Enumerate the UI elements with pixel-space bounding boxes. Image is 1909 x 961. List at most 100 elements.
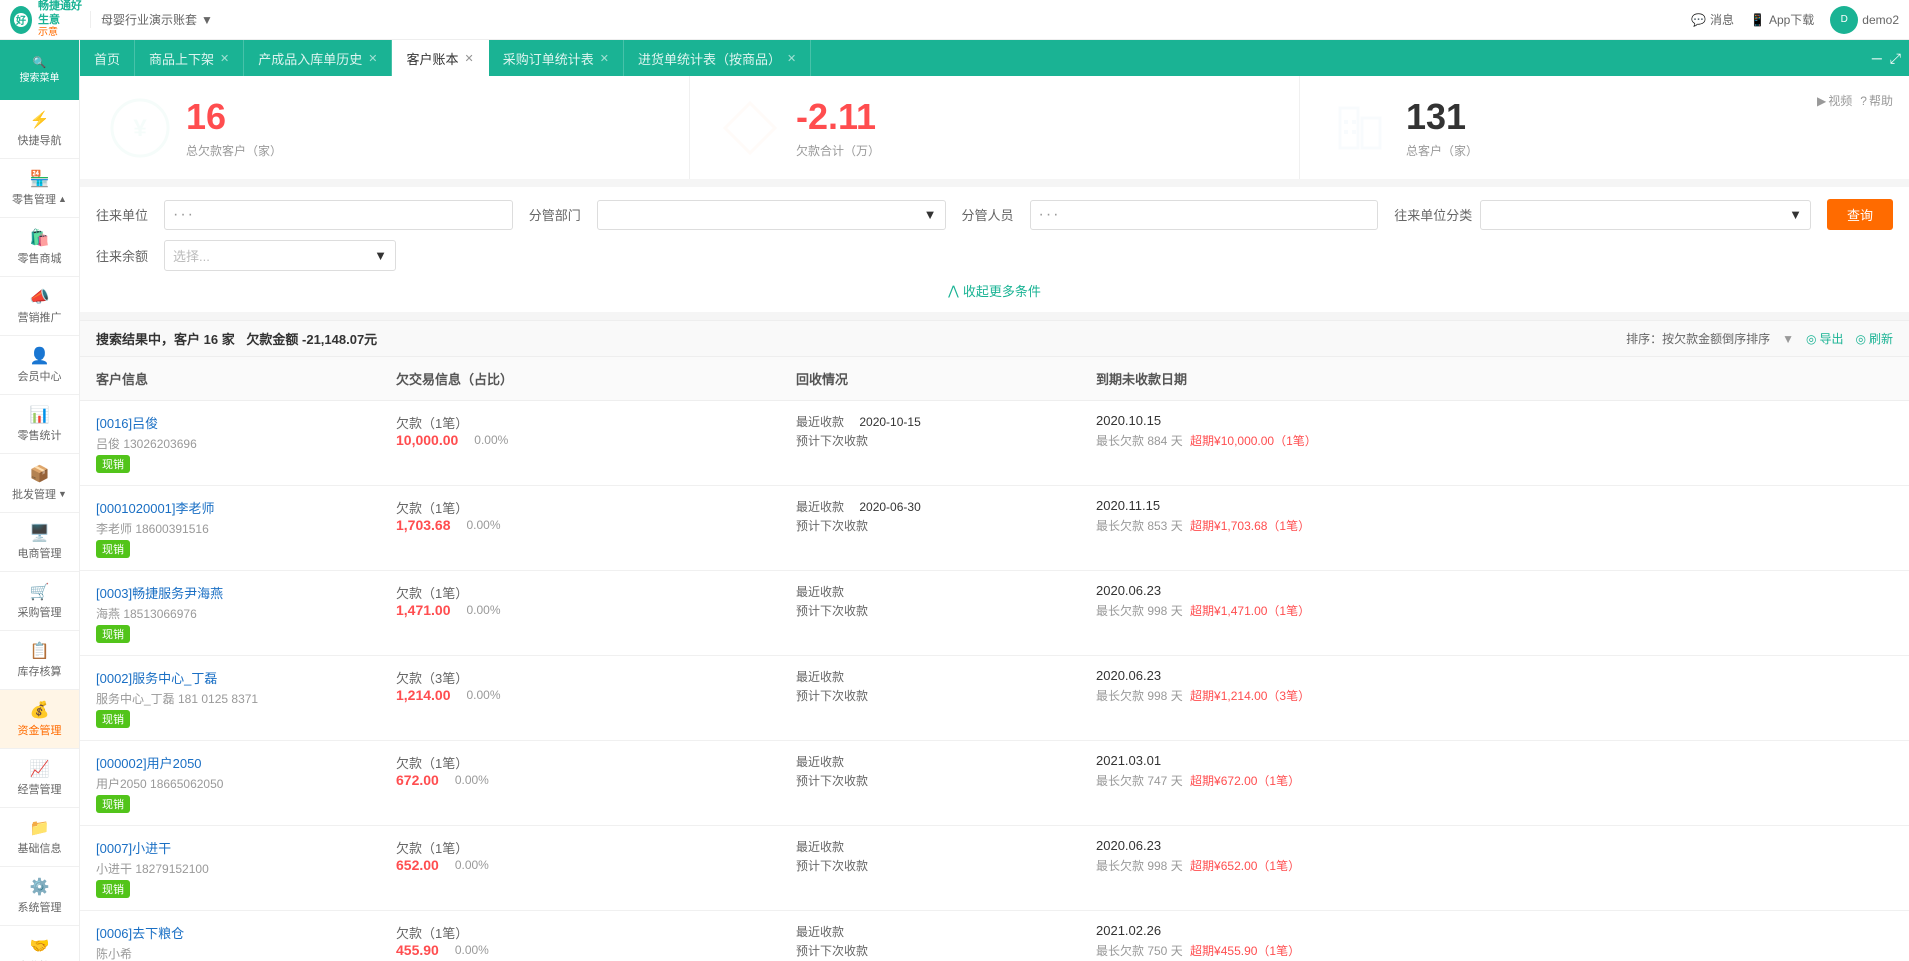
debt-pct: 0.00% xyxy=(474,433,508,447)
tab-production-history[interactable]: 产成品入库单历史 ✕ xyxy=(244,40,392,76)
debt-pct: 0.00% xyxy=(467,518,501,532)
next-payment: 预计下次收款 xyxy=(796,687,1096,704)
sidebar-item-retail-stats[interactable]: 📊 零售统计 xyxy=(0,395,79,454)
debt-amount: 1,703.68 xyxy=(396,517,451,533)
sidebar-item-basic-info[interactable]: 📁 基础信息 xyxy=(0,808,79,867)
debt-count: 欠款（1笔） xyxy=(396,923,796,942)
stat-content-total-customers: 131 总客户（家） xyxy=(1406,96,1478,159)
customer-contact: 陈小希 xyxy=(96,945,396,961)
overdue-link[interactable]: 超期¥10,000.00（1笔） xyxy=(1190,434,1317,448)
sidebar-item-quick-nav[interactable]: ⚡ 快捷导航 xyxy=(0,100,79,159)
col-header-debt-info: 欠交易信息（占比） xyxy=(396,367,796,390)
filter-input-person[interactable]: ··· xyxy=(1030,200,1379,230)
sidebar: 🔍 搜索菜单 ⚡ 快捷导航 🏪 零售管理 ▲ 🛍️ 零售商城 📣 xyxy=(0,40,80,961)
recovery-cell: 最近收款 2020-10-15 预计下次收款 xyxy=(796,411,1096,453)
due-date-cell: 2021.03.01 最长欠款 747 天 超期¥672.00（1笔） xyxy=(1096,751,1893,791)
finance-icon: 💰 xyxy=(30,700,50,720)
message-button[interactable]: 💬 消息 xyxy=(1691,11,1734,28)
customer-info-cell: [0016]吕俊 吕俊 13026203696 现销 xyxy=(96,411,396,475)
user-avatar: D xyxy=(1830,6,1858,34)
sidebar-item-operations[interactable]: 📈 经营管理 xyxy=(0,749,79,808)
sidebar-item-finance[interactable]: 💰 资金管理 xyxy=(0,690,79,749)
tab-close-customer-ledger[interactable]: ✕ xyxy=(465,52,474,65)
content-area: ¥ 16 总欠款客户（家） xyxy=(80,76,1909,961)
sidebar-item-ecommerce[interactable]: 🖥️ 电商管理 xyxy=(0,513,79,572)
sidebar-item-enterprise-collab[interactable]: 🤝 企业协同 xyxy=(0,926,79,961)
tab-purchase-stats-by-product[interactable]: 进货单统计表（按商品） ✕ xyxy=(624,40,811,76)
quick-nav-icon: ⚡ xyxy=(30,110,50,130)
collapse-button[interactable]: ⋀ 收起更多条件 xyxy=(96,281,1893,300)
tab-close-product-listing[interactable]: ✕ xyxy=(220,52,229,65)
tab-close-purchase-stats-by-product[interactable]: ✕ xyxy=(787,52,796,65)
sort-selector[interactable]: 排序：按欠款金额倒序排序 xyxy=(1626,330,1770,347)
sort-dropdown-icon[interactable]: ▼ xyxy=(1782,332,1794,346)
export-button[interactable]: ◎ 导出 xyxy=(1806,330,1844,347)
customer-info-cell: [0002]服务中心_丁磊 服务中心_丁磊 181 0125 8371 现销 xyxy=(96,666,396,730)
customer-name-link[interactable]: [0006]去下粮仓 xyxy=(96,926,184,941)
sidebar-item-inventory[interactable]: 📋 库存核算 xyxy=(0,631,79,690)
tab-maximize-icon[interactable]: ⤢ xyxy=(1890,50,1901,67)
overdue-info: 最长欠款 998 天 超期¥1,471.00（1笔） xyxy=(1096,602,1893,619)
filter-item-balance: 往来余额 选择... ▼ xyxy=(96,240,396,271)
tab-home[interactable]: 首页 xyxy=(80,40,135,76)
customer-name-link[interactable]: [0003]畅捷服务尹海燕 xyxy=(96,586,223,601)
customer-status-badge: 现销 xyxy=(96,880,130,898)
customer-contact: 用户2050 18665062050 xyxy=(96,775,396,792)
sidebar-search[interactable]: 🔍 搜索菜单 xyxy=(0,48,79,92)
tab-customer-ledger[interactable]: 客户账本 ✕ xyxy=(392,40,488,76)
sidebar-item-batch-mgmt[interactable]: 📦 批发管理 ▼ xyxy=(0,454,79,513)
customer-info-cell: [0006]去下粮仓 陈小希 现销 xyxy=(96,921,396,961)
overdue-link[interactable]: 超期¥1,703.68（1笔） xyxy=(1190,519,1310,533)
sidebar-item-member-center[interactable]: 👤 会员中心 xyxy=(0,336,79,395)
stat-card-debt-total: -2.11 欠款合计（万） xyxy=(690,76,1300,179)
search-button[interactable]: 查询 xyxy=(1827,199,1893,230)
last-payment: 最近收款 xyxy=(796,838,1096,855)
building-icon xyxy=(1330,98,1390,158)
sidebar-item-system-mgmt[interactable]: ⚙️ 系统管理 xyxy=(0,867,79,926)
customer-name-link[interactable]: [000002]用户2050 xyxy=(96,756,202,771)
filter-input-unit[interactable]: ··· xyxy=(164,200,513,230)
enterprise-collab-icon: 🤝 xyxy=(30,936,50,956)
sidebar-item-retail-mall[interactable]: 🛍️ 零售商城 xyxy=(0,218,79,277)
user-menu[interactable]: D demo2 xyxy=(1830,6,1899,34)
overdue-link[interactable]: 超期¥1,214.00（3笔） xyxy=(1190,689,1310,703)
help-button[interactable]: ? 帮助 xyxy=(1860,92,1893,109)
stat-label-total-customers: 总客户（家） xyxy=(1406,142,1478,159)
debt-amount: 1,471.00 xyxy=(396,602,451,618)
overdue-link[interactable]: 超期¥1,471.00（1笔） xyxy=(1190,604,1310,618)
overdue-link[interactable]: 超期¥672.00（1笔） xyxy=(1190,774,1300,788)
video-help-button[interactable]: ▶ 视频 xyxy=(1817,92,1852,109)
customer-status-badge: 现销 xyxy=(96,540,130,558)
tab-close-production-history[interactable]: ✕ xyxy=(368,52,377,65)
app-download-button[interactable]: 📱 App下载 xyxy=(1750,11,1814,28)
org-selector[interactable]: 母婴行业演示账套 ▼ xyxy=(90,11,223,28)
overdue-link[interactable]: 超期¥652.00（1笔） xyxy=(1190,859,1300,873)
refresh-button[interactable]: ◎ 刷新 xyxy=(1856,330,1894,347)
sidebar-item-purchase-mgmt[interactable]: 🛒 采购管理 xyxy=(0,572,79,631)
tab-purchase-order-stats[interactable]: 采购订单统计表 ✕ xyxy=(489,40,624,76)
customer-contact: 服务中心_丁磊 181 0125 8371 xyxy=(96,690,396,707)
recovery-cell: 最近收款 预计下次收款 xyxy=(796,751,1096,793)
tab-product-listing[interactable]: 商品上下架 ✕ xyxy=(135,40,244,76)
customer-name-link[interactable]: [0002]服务中心_丁磊 xyxy=(96,671,217,686)
customer-name-link[interactable]: [0001020001]李老师 xyxy=(96,501,215,516)
stat-card-debt-customers: ¥ 16 总欠款客户（家） xyxy=(80,76,690,179)
filter-select-dept[interactable]: ▼ xyxy=(597,200,946,230)
tab-close-purchase-order-stats[interactable]: ✕ xyxy=(600,52,609,65)
tab-minimize-icon[interactable]: ─ xyxy=(1872,50,1882,66)
customer-name-link[interactable]: [0007]小进干 xyxy=(96,841,171,856)
filter-select-category[interactable]: ▼ xyxy=(1480,200,1811,230)
sidebar-item-marketing[interactable]: 📣 营销推广 xyxy=(0,277,79,336)
overdue-link[interactable]: 超期¥455.90（1笔） xyxy=(1190,944,1300,958)
filter-item-category: 往来单位分类 ▼ xyxy=(1394,200,1811,230)
overdue-info: 最长欠款 750 天 超期¥455.90（1笔） xyxy=(1096,942,1893,959)
table-container: 客户信息 欠交易信息（占比） 回收情况 到期未收款日期 [0016]吕俊 吕俊 … xyxy=(80,357,1909,961)
due-date: 2020.10.15 xyxy=(1096,413,1893,428)
filter-select-balance[interactable]: 选择... ▼ xyxy=(164,240,396,271)
customer-status-badge: 现销 xyxy=(96,625,130,643)
last-payment: 最近收款 xyxy=(796,923,1096,940)
retail-stats-icon: 📊 xyxy=(30,405,50,425)
customer-name-link[interactable]: [0016]吕俊 xyxy=(96,416,158,431)
system-mgmt-icon: ⚙️ xyxy=(30,877,50,897)
sidebar-item-retail-mgmt[interactable]: 🏪 零售管理 ▲ xyxy=(0,159,79,218)
